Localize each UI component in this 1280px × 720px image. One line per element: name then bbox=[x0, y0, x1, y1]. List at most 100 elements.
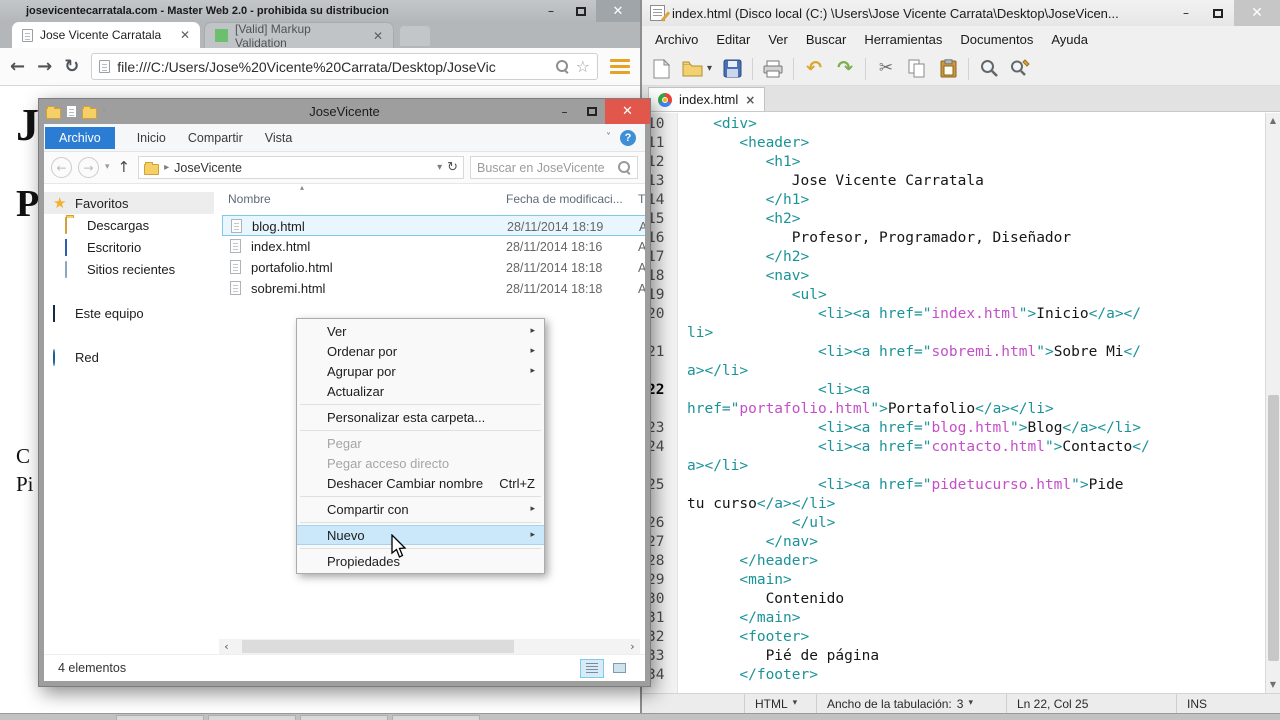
new-tab-button[interactable] bbox=[400, 26, 430, 46]
up-icon[interactable]: ↑ bbox=[118, 160, 131, 175]
editor-maximize-button[interactable] bbox=[1202, 0, 1234, 26]
tab-close-icon[interactable]: × bbox=[745, 94, 755, 106]
browser-titlebar[interactable]: josevicentecarratala.com - Master Web 2.… bbox=[0, 0, 640, 22]
menu-ver[interactable]: Ver bbox=[759, 28, 797, 51]
chevron-down-icon[interactable]: ▾ bbox=[437, 162, 442, 173]
taskbar[interactable] bbox=[0, 713, 1280, 720]
refresh-icon[interactable]: ↻ bbox=[447, 161, 458, 174]
menu-buscar[interactable]: Buscar bbox=[797, 28, 855, 51]
column-header-fecha[interactable]: Fecha de modificaci... bbox=[506, 192, 623, 206]
context-menu-item-actualizar[interactable]: Actualizar bbox=[297, 381, 544, 401]
save-icon[interactable] bbox=[721, 58, 743, 80]
tab-width-selector[interactable]: Ancho de la tabulación: 3 ▾ bbox=[816, 694, 1006, 713]
search-box[interactable] bbox=[470, 156, 638, 179]
sidebar-item-escritorio[interactable]: Escritorio bbox=[44, 236, 214, 258]
context-menu-item-agrupar-por[interactable]: Agrupar por ▸ bbox=[297, 361, 544, 381]
copy-icon[interactable] bbox=[906, 58, 928, 80]
forward-icon[interactable]: → bbox=[37, 57, 52, 76]
bookmark-star-icon[interactable]: ☆ bbox=[576, 58, 590, 75]
editor-document-tab[interactable]: index.html × bbox=[648, 87, 766, 111]
forward-icon[interactable]: → bbox=[78, 157, 99, 178]
taskbar-app-button[interactable] bbox=[116, 715, 204, 720]
browser-close-button[interactable]: ✕ bbox=[596, 0, 640, 22]
context-menu-item-ver[interactable]: Ver ▸ bbox=[297, 321, 544, 341]
explorer-maximize-button[interactable] bbox=[578, 99, 605, 124]
taskbar-app-button[interactable] bbox=[392, 715, 480, 720]
breadcrumb-folder[interactable]: JoseVicente bbox=[174, 161, 242, 175]
details-view-button[interactable] bbox=[580, 658, 604, 678]
ribbon-expand-icon[interactable]: ˅ bbox=[606, 132, 611, 143]
browser-tab-validator[interactable]: [Valid] Markup Validation ✕ bbox=[204, 22, 394, 50]
explorer-close-button[interactable]: ✕ bbox=[605, 99, 650, 124]
search-input[interactable] bbox=[477, 160, 618, 175]
thumbnails-view-button[interactable] bbox=[607, 659, 631, 678]
tab-close-icon[interactable]: ✕ bbox=[180, 29, 190, 41]
file-row-sobremi-html[interactable]: sobremi.html 28/11/2014 18:18 Ar bbox=[222, 278, 645, 299]
explorer-minimize-button[interactable]: – bbox=[551, 99, 578, 124]
browser-tab-active[interactable]: Jose Vicente Carratala ✕ bbox=[12, 22, 200, 48]
ribbon-tab-compartir[interactable]: Compartir bbox=[188, 127, 243, 149]
scrollbar-thumb[interactable] bbox=[242, 640, 514, 653]
ribbon-tab-vista[interactable]: Vista bbox=[265, 127, 293, 149]
context-menu-item-propiedades[interactable]: Propiedades bbox=[297, 551, 544, 571]
tab-close-icon[interactable]: ✕ bbox=[373, 30, 383, 42]
editor-titlebar[interactable]: index.html (Disco local (C:) \Users\Jose… bbox=[642, 0, 1280, 26]
context-menu-item-compartir-con[interactable]: Compartir con ▸ bbox=[297, 499, 544, 519]
explorer-titlebar[interactable]: ▾ JoseVicente – ✕ bbox=[39, 99, 650, 124]
context-menu-item-personalizar-esta-carpeta[interactable]: Personalizar esta carpeta... bbox=[297, 407, 544, 427]
back-icon[interactable]: ← bbox=[10, 57, 25, 76]
menu-ayuda[interactable]: Ayuda bbox=[1042, 28, 1097, 51]
scroll-up-icon[interactable]: ▲ bbox=[1266, 114, 1280, 128]
scroll-left-icon[interactable]: ‹ bbox=[219, 641, 234, 652]
ribbon-tab-inicio[interactable]: Inicio bbox=[137, 127, 166, 149]
file-row-index-html[interactable]: index.html 28/11/2014 18:16 Ar bbox=[222, 236, 645, 257]
code-area[interactable]: 10 <div> 11 <header> 12 <h1> 13 Jose Vicent… bbox=[642, 112, 1280, 693]
context-menu-item-ordenar-por[interactable]: Ordenar por ▸ bbox=[297, 341, 544, 361]
taskbar-app-button[interactable] bbox=[300, 715, 388, 720]
sidebar-item-sitios-recientes[interactable]: Sitios recientes bbox=[44, 258, 214, 280]
editor-minimize-button[interactable]: – bbox=[1170, 0, 1202, 26]
editor-vertical-scrollbar[interactable]: ▲ ▼ bbox=[1265, 113, 1280, 693]
sidebar-item-descargas[interactable]: Descargas bbox=[44, 214, 214, 236]
menu-archivo[interactable]: Archivo bbox=[646, 28, 707, 51]
context-menu-item-nuevo[interactable]: Nuevo ▸ bbox=[297, 525, 544, 545]
find-replace-icon[interactable] bbox=[1009, 58, 1031, 80]
help-icon[interactable]: ? bbox=[620, 129, 636, 146]
menu-documentos[interactable]: Documentos bbox=[951, 28, 1042, 51]
column-header-tipo[interactable]: Ti bbox=[638, 192, 645, 206]
recent-locations-icon[interactable]: ▾ bbox=[105, 163, 110, 172]
sidebar-item-red[interactable]: Red bbox=[44, 346, 214, 368]
scrollbar-thumb[interactable] bbox=[1268, 395, 1279, 661]
undo-icon[interactable]: ↶ bbox=[803, 58, 825, 80]
print-icon[interactable] bbox=[762, 58, 784, 80]
language-selector[interactable]: HTML ▾ bbox=[744, 694, 816, 713]
browser-maximize-button[interactable] bbox=[566, 0, 596, 22]
address-bar[interactable]: ☆ bbox=[91, 53, 598, 80]
file-row-portafolio-html[interactable]: portafolio.html 28/11/2014 18:18 Ar bbox=[222, 257, 645, 278]
url-input[interactable] bbox=[117, 58, 549, 75]
context-menu-item-deshacer-cambiar-nombre[interactable]: Deshacer Cambiar nombre Ctrl+Z bbox=[297, 473, 544, 493]
back-icon[interactable]: ← bbox=[51, 157, 72, 178]
find-icon[interactable] bbox=[978, 58, 1000, 80]
editor-close-button[interactable]: ✕ bbox=[1234, 0, 1280, 26]
file-row-blog-html[interactable]: blog.html 28/11/2014 18:19 Ar bbox=[222, 215, 645, 236]
sidebar-item-favoritos[interactable]: ★ Favoritos bbox=[44, 192, 214, 214]
breadcrumb[interactable]: ▸ JoseVicente ▾ ↻ bbox=[138, 156, 464, 179]
open-dropdown-icon[interactable]: ▾ bbox=[707, 63, 712, 74]
ribbon-tab-archivo[interactable]: Archivo bbox=[45, 126, 115, 149]
menu-editar[interactable]: Editar bbox=[707, 28, 759, 51]
redo-icon[interactable]: ↷ bbox=[834, 58, 856, 80]
scroll-down-icon[interactable]: ▼ bbox=[1266, 678, 1280, 692]
menu-herramientas[interactable]: Herramientas bbox=[855, 28, 951, 51]
column-header-nombre[interactable]: Nombre bbox=[228, 192, 271, 206]
open-icon[interactable] bbox=[681, 58, 703, 80]
refresh-icon[interactable]: ↻ bbox=[64, 57, 79, 76]
taskbar-app-button[interactable] bbox=[208, 715, 296, 720]
explorer-horizontal-scrollbar[interactable]: ‹ › bbox=[219, 639, 640, 654]
sidebar-item-este-equipo[interactable]: Este equipo bbox=[44, 302, 214, 324]
scroll-right-icon[interactable]: › bbox=[625, 641, 640, 652]
new-file-icon[interactable] bbox=[650, 58, 672, 80]
cut-icon[interactable]: ✂ bbox=[875, 58, 897, 80]
menu-icon[interactable] bbox=[610, 59, 630, 74]
zoom-icon[interactable] bbox=[555, 60, 569, 73]
